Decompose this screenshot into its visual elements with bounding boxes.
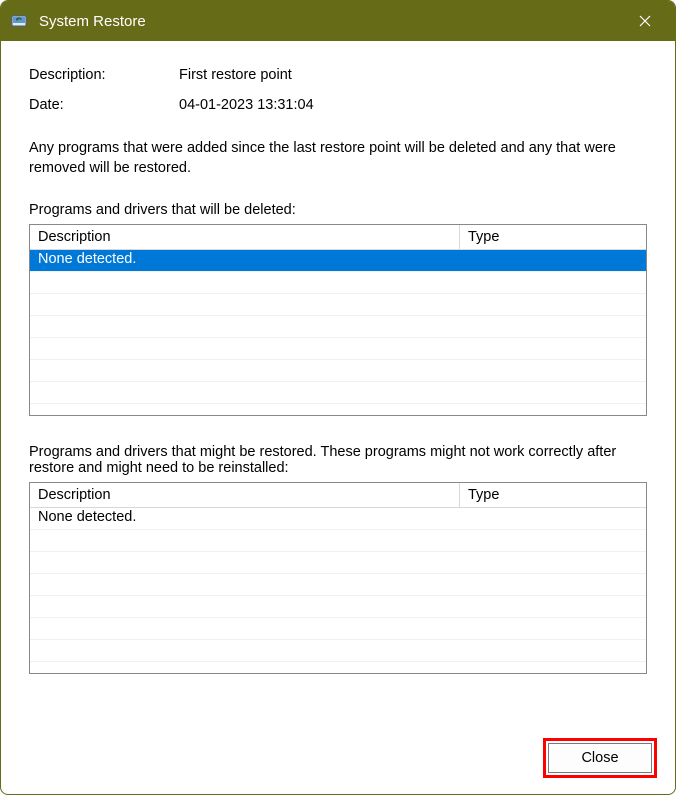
table-row[interactable] xyxy=(30,338,646,360)
description-label: Description: xyxy=(29,67,179,83)
table-row[interactable] xyxy=(30,360,646,382)
dialog-body: Description: First restore point Date: 0… xyxy=(1,41,675,730)
column-description[interactable]: Description xyxy=(30,225,460,250)
column-description[interactable]: Description xyxy=(30,483,460,508)
column-type[interactable]: Type xyxy=(460,483,646,508)
window-close-button[interactable] xyxy=(623,1,667,41)
window-title: System Restore xyxy=(39,13,623,30)
info-text: Any programs that were added since the l… xyxy=(29,139,647,178)
cell-description: None detected. xyxy=(30,250,460,271)
table-row[interactable] xyxy=(30,530,646,552)
deleted-table-body: None detected. xyxy=(30,250,646,415)
close-button[interactable]: Close xyxy=(548,743,652,773)
cell-type xyxy=(460,250,646,271)
description-row: Description: First restore point xyxy=(29,67,647,83)
table-row[interactable] xyxy=(30,596,646,618)
deleted-table-header: Description Type xyxy=(30,225,646,250)
date-row: Date: 04-01-2023 13:31:04 xyxy=(29,97,647,113)
deleted-table[interactable]: Description Type None detected. xyxy=(29,224,647,416)
date-value: 04-01-2023 13:31:04 xyxy=(179,97,314,113)
restored-table-header: Description Type xyxy=(30,483,646,508)
dialog-footer: Close xyxy=(1,730,675,794)
table-row[interactable] xyxy=(30,382,646,404)
titlebar: System Restore xyxy=(1,1,675,41)
table-row[interactable] xyxy=(30,294,646,316)
table-row[interactable] xyxy=(30,552,646,574)
close-icon xyxy=(639,15,651,27)
cell-description: None detected. xyxy=(30,508,460,529)
table-row[interactable]: None detected. xyxy=(30,508,646,530)
table-row[interactable] xyxy=(30,574,646,596)
table-row[interactable] xyxy=(30,640,646,662)
cell-type xyxy=(460,508,646,529)
restored-table[interactable]: Description Type None detected. xyxy=(29,482,647,674)
description-value: First restore point xyxy=(179,67,292,83)
table-row[interactable] xyxy=(30,272,646,294)
column-type[interactable]: Type xyxy=(460,225,646,250)
close-button-highlight: Close xyxy=(543,738,657,778)
table-row[interactable]: None detected. xyxy=(30,250,646,272)
system-restore-window: System Restore Description: First restor… xyxy=(0,0,676,795)
date-label: Date: xyxy=(29,97,179,113)
restored-section-label: Programs and drivers that might be resto… xyxy=(29,444,647,476)
restored-table-body: None detected. xyxy=(30,508,646,673)
table-row[interactable] xyxy=(30,316,646,338)
deleted-section-label: Programs and drivers that will be delete… xyxy=(29,202,647,218)
table-row[interactable] xyxy=(30,618,646,640)
system-restore-icon xyxy=(9,11,29,31)
